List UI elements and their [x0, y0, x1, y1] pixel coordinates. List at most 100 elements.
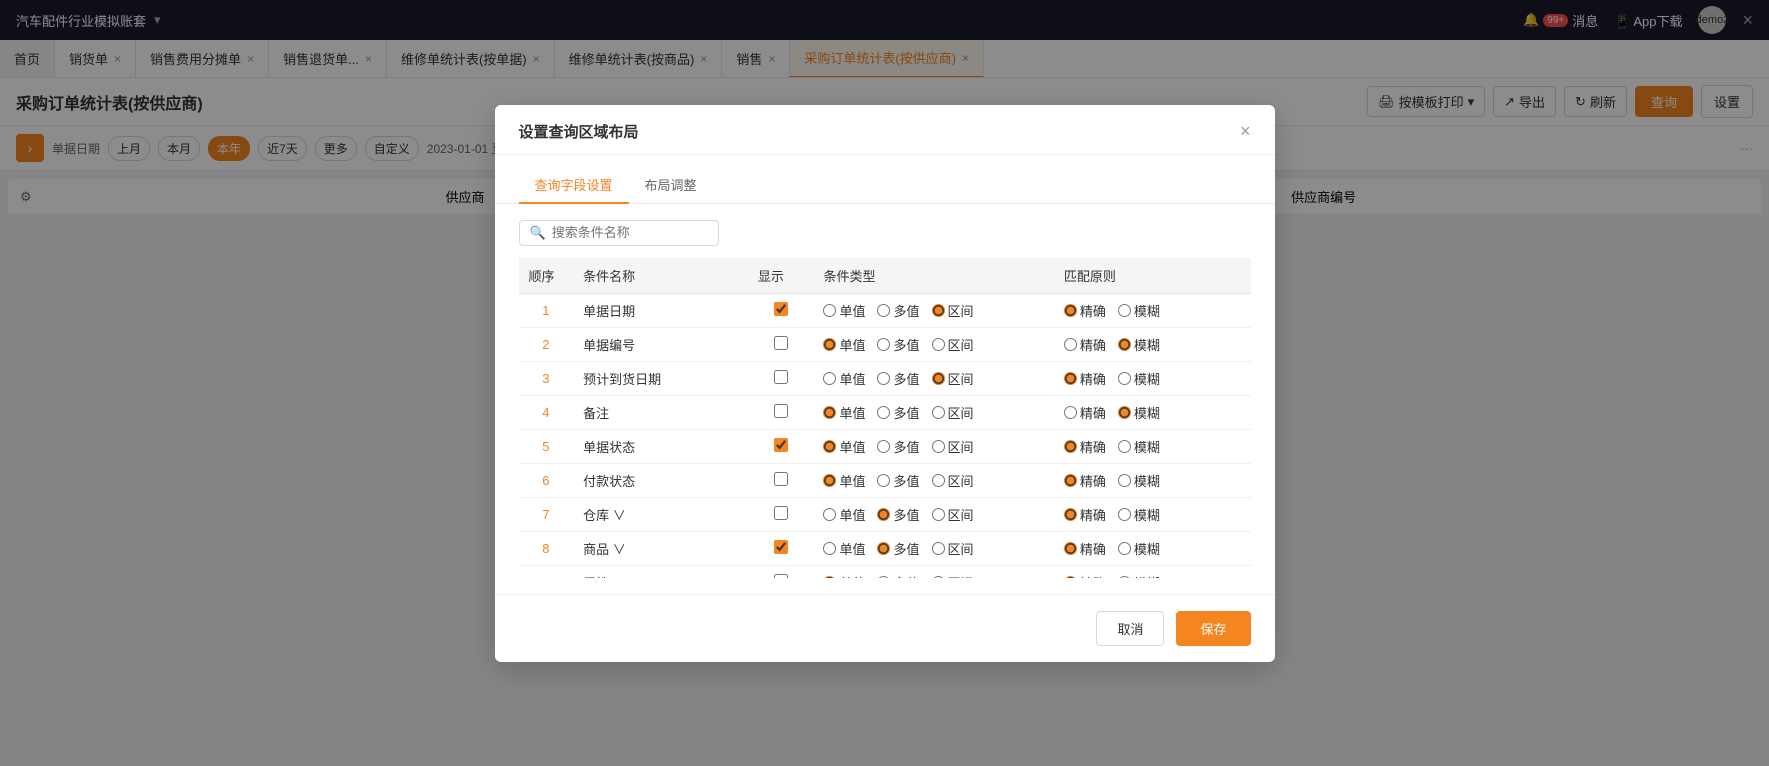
- match-radio-精确-9[interactable]: 精确: [1064, 573, 1106, 578]
- match-radio-精确-6[interactable]: 精确: [1064, 471, 1106, 490]
- dialog-body: 🔍 顺序 条件名称 显示 条件类型 匹配原则: [495, 204, 1275, 594]
- type-radio-单值-2[interactable]: 单值: [823, 335, 865, 354]
- table-row: 5单据状态 单值 多值 区间 精确 模糊: [519, 429, 1251, 463]
- tab-layout-adjust[interactable]: 布局调整: [629, 167, 713, 204]
- display-checkbox-8[interactable]: [774, 540, 788, 554]
- row-name: 单据编号: [573, 327, 748, 361]
- row-match: 精确 模糊: [1054, 531, 1251, 565]
- type-radio-区间-9[interactable]: 区间: [932, 573, 974, 578]
- type-radio-多值-6[interactable]: 多值: [877, 471, 919, 490]
- match-radio-精确-1[interactable]: 精确: [1064, 301, 1106, 320]
- type-radio-单值-3[interactable]: 单值: [823, 369, 865, 388]
- display-checkbox-3[interactable]: [774, 370, 788, 384]
- type-radio-多值-9[interactable]: 多值: [877, 573, 919, 578]
- type-radio-单值-4[interactable]: 单值: [823, 403, 865, 422]
- row-match: 精确 模糊: [1054, 497, 1251, 531]
- match-radio-精确-8[interactable]: 精确: [1064, 539, 1106, 558]
- type-radio-多值-4[interactable]: 多值: [877, 403, 919, 422]
- type-radio-多值-1[interactable]: 多值: [877, 301, 919, 320]
- type-radio-多值-3[interactable]: 多值: [877, 369, 919, 388]
- match-radio-精确-5[interactable]: 精确: [1064, 437, 1106, 456]
- row-order: 8: [519, 531, 574, 565]
- dialog-close-button[interactable]: ×: [1240, 122, 1251, 140]
- row-match: 精确 模糊: [1054, 429, 1251, 463]
- type-radio-区间-5[interactable]: 区间: [932, 437, 974, 456]
- match-radio-模糊-9[interactable]: 模糊: [1118, 573, 1160, 578]
- type-radio-单值-8[interactable]: 单值: [823, 539, 865, 558]
- type-radio-单值-7[interactable]: 单值: [823, 505, 865, 524]
- match-radio-模糊-6[interactable]: 模糊: [1118, 471, 1160, 490]
- row-display: [748, 463, 814, 497]
- type-radio-区间-7[interactable]: 区间: [932, 505, 974, 524]
- type-radio-区间-3[interactable]: 区间: [932, 369, 974, 388]
- match-radio-模糊-2[interactable]: 模糊: [1118, 335, 1160, 354]
- row-order: 6: [519, 463, 574, 497]
- row-order: 2: [519, 327, 574, 361]
- row-type: 单值 多值 区间: [813, 361, 1053, 395]
- display-checkbox-2[interactable]: [774, 336, 788, 350]
- type-radio-区间-6[interactable]: 区间: [932, 471, 974, 490]
- type-radio-多值-5[interactable]: 多值: [877, 437, 919, 456]
- table-row: 6付款状态 单值 多值 区间 精确 模糊: [519, 463, 1251, 497]
- row-display: [748, 497, 814, 531]
- display-checkbox-5[interactable]: [774, 438, 788, 452]
- match-radio-模糊-1[interactable]: 模糊: [1118, 301, 1160, 320]
- search-box: 🔍: [519, 220, 719, 246]
- match-radio-精确-7[interactable]: 精确: [1064, 505, 1106, 524]
- match-radio-精确-2[interactable]: 精确: [1064, 335, 1106, 354]
- type-radio-区间-1[interactable]: 区间: [932, 301, 974, 320]
- match-radio-精确-3[interactable]: 精确: [1064, 369, 1106, 388]
- type-radio-区间-4[interactable]: 区间: [932, 403, 974, 422]
- type-radio-单值-6[interactable]: 单值: [823, 471, 865, 490]
- row-name: 属性 ∨: [573, 565, 748, 578]
- match-radio-模糊-8[interactable]: 模糊: [1118, 539, 1160, 558]
- row-type: 单值 多值 区间: [813, 293, 1053, 327]
- match-radio-模糊-5[interactable]: 模糊: [1118, 437, 1160, 456]
- row-type: 单值 多值 区间: [813, 463, 1053, 497]
- save-button[interactable]: 保存: [1176, 611, 1250, 646]
- row-order: 7: [519, 497, 574, 531]
- type-radio-多值-7[interactable]: 多值: [877, 505, 919, 524]
- row-name: 单据日期: [573, 293, 748, 327]
- tab-query-fields[interactable]: 查询字段设置: [519, 167, 629, 204]
- row-name: 预计到货日期: [573, 361, 748, 395]
- display-checkbox-9[interactable]: [774, 574, 788, 578]
- table-row: 2单据编号 单值 多值 区间 精确 模糊: [519, 327, 1251, 361]
- match-radio-模糊-4[interactable]: 模糊: [1118, 403, 1160, 422]
- row-match: 精确 模糊: [1054, 293, 1251, 327]
- cancel-button[interactable]: 取消: [1096, 611, 1164, 646]
- row-display: [748, 565, 814, 578]
- type-radio-单值-9[interactable]: 单值: [823, 573, 865, 578]
- table-row: 8商品 ∨ 单值 多值 区间 精确 模糊: [519, 531, 1251, 565]
- th-match: 匹配原则: [1054, 258, 1251, 294]
- match-radio-精确-4[interactable]: 精确: [1064, 403, 1106, 422]
- table-row: 3预计到货日期 单值 多值 区间 精确 模糊: [519, 361, 1251, 395]
- match-radio-模糊-7[interactable]: 模糊: [1118, 505, 1160, 524]
- row-order: 9: [519, 565, 574, 578]
- table-row: 7仓库 ∨ 单值 多值 区间 精确 模糊: [519, 497, 1251, 531]
- display-checkbox-4[interactable]: [774, 404, 788, 418]
- row-type: 单值 多值 区间: [813, 395, 1053, 429]
- type-radio-区间-8[interactable]: 区间: [932, 539, 974, 558]
- type-radio-多值-8[interactable]: 多值: [877, 539, 919, 558]
- row-display: [748, 429, 814, 463]
- search-input[interactable]: [552, 225, 708, 240]
- type-radio-多值-2[interactable]: 多值: [877, 335, 919, 354]
- row-order: 3: [519, 361, 574, 395]
- row-type: 单值 多值 区间: [813, 565, 1053, 578]
- display-checkbox-6[interactable]: [774, 472, 788, 486]
- type-radio-单值-5[interactable]: 单值: [823, 437, 865, 456]
- th-order: 顺序: [519, 258, 574, 294]
- match-radio-模糊-3[interactable]: 模糊: [1118, 369, 1160, 388]
- th-display: 显示: [748, 258, 814, 294]
- type-radio-单值-1[interactable]: 单值: [823, 301, 865, 320]
- table-row: 4备注 单值 多值 区间 精确 模糊: [519, 395, 1251, 429]
- type-radio-区间-2[interactable]: 区间: [932, 335, 974, 354]
- row-order: 1: [519, 293, 574, 327]
- th-name: 条件名称: [573, 258, 748, 294]
- search-icon: 🔍: [530, 225, 546, 241]
- row-match: 精确 模糊: [1054, 565, 1251, 578]
- display-checkbox-1[interactable]: [774, 302, 788, 316]
- display-checkbox-7[interactable]: [774, 506, 788, 520]
- row-display: [748, 395, 814, 429]
